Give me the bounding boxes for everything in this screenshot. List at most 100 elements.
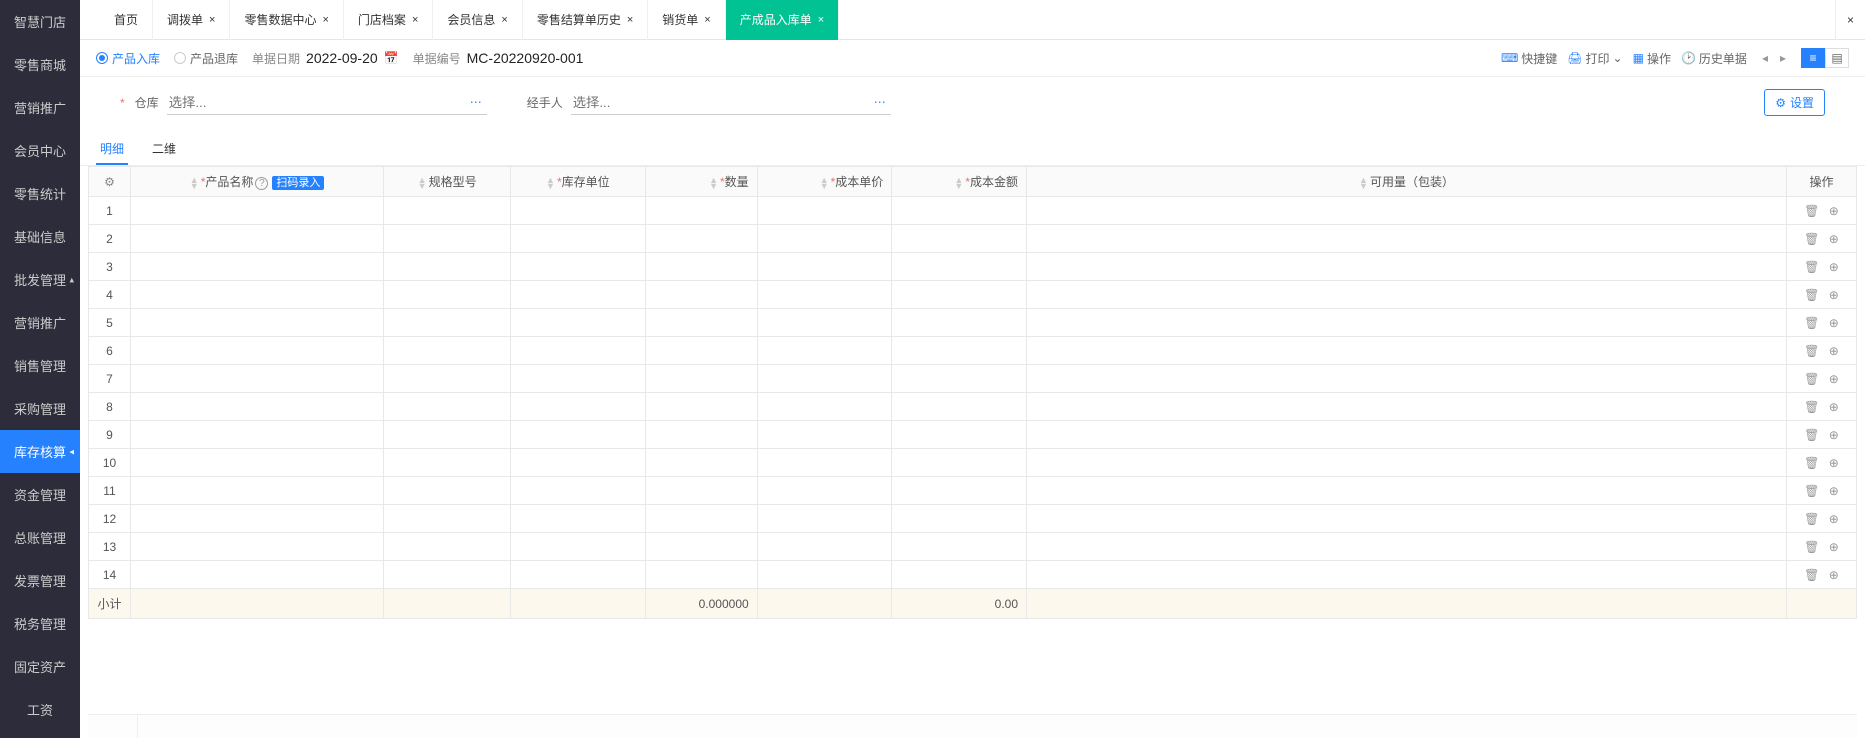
cell-qty[interactable] bbox=[645, 449, 757, 477]
lookup-icon[interactable]: ⋯ bbox=[874, 95, 887, 109]
cell-cost-amount[interactable] bbox=[892, 253, 1027, 281]
cell-product[interactable] bbox=[131, 393, 384, 421]
cell-product[interactable] bbox=[131, 281, 384, 309]
table-row[interactable]: 5 🗑 ⊕ bbox=[89, 309, 1857, 337]
cell-available[interactable] bbox=[1027, 421, 1787, 449]
cell-product[interactable] bbox=[131, 505, 384, 533]
table-row[interactable]: 4 🗑 ⊕ bbox=[89, 281, 1857, 309]
cell-qty[interactable] bbox=[645, 533, 757, 561]
cell-cost-amount[interactable] bbox=[892, 337, 1027, 365]
add-row-icon[interactable]: ⊕ bbox=[1829, 316, 1839, 330]
cell-product[interactable] bbox=[131, 365, 384, 393]
subtab-2d[interactable]: 二维 bbox=[148, 134, 180, 165]
cell-spec[interactable] bbox=[384, 421, 511, 449]
cell-unit[interactable] bbox=[511, 225, 646, 253]
sidebar-item[interactable]: 会员中心 bbox=[0, 129, 80, 172]
operate-button[interactable]: ▦操作 bbox=[1633, 50, 1671, 67]
sidebar-item[interactable]: 固定资产 bbox=[0, 645, 80, 688]
cell-spec[interactable] bbox=[384, 477, 511, 505]
cell-cost-amount[interactable] bbox=[892, 309, 1027, 337]
cell-cost-amount[interactable] bbox=[892, 197, 1027, 225]
cell-unit[interactable] bbox=[511, 197, 646, 225]
cell-available[interactable] bbox=[1027, 225, 1787, 253]
cell-unit[interactable] bbox=[511, 421, 646, 449]
col-cost-price[interactable]: ▲▼*成本单价 bbox=[757, 167, 892, 197]
close-icon[interactable]: × bbox=[818, 14, 824, 26]
table-row[interactable]: 9 🗑 ⊕ bbox=[89, 421, 1857, 449]
cell-qty[interactable] bbox=[645, 309, 757, 337]
tab[interactable]: 零售结算单历史× bbox=[523, 0, 648, 40]
close-icon[interactable]: × bbox=[209, 14, 215, 26]
cell-qty[interactable] bbox=[645, 393, 757, 421]
table-row[interactable]: 8 🗑 ⊕ bbox=[89, 393, 1857, 421]
table-row[interactable]: 1 🗑 ⊕ bbox=[89, 197, 1857, 225]
table-row[interactable]: 10 🗑 ⊕ bbox=[89, 449, 1857, 477]
sidebar-item[interactable]: 总账管理 bbox=[0, 516, 80, 559]
cell-cost-price[interactable] bbox=[757, 533, 892, 561]
cell-cost-amount[interactable] bbox=[892, 533, 1027, 561]
sidebar-item[interactable]: 智慧门店 bbox=[0, 0, 80, 43]
cell-qty[interactable] bbox=[645, 337, 757, 365]
cell-cost-price[interactable] bbox=[757, 505, 892, 533]
cell-cost-amount[interactable] bbox=[892, 393, 1027, 421]
sidebar-item[interactable]: 基础信息 bbox=[0, 215, 80, 258]
cell-product[interactable] bbox=[131, 449, 384, 477]
close-icon[interactable]: × bbox=[704, 14, 710, 26]
cell-cost-amount[interactable] bbox=[892, 225, 1027, 253]
cell-spec[interactable] bbox=[384, 533, 511, 561]
sidebar-item[interactable]: 销售管理 bbox=[0, 344, 80, 387]
cell-cost-price[interactable] bbox=[757, 393, 892, 421]
delete-row-icon[interactable]: 🗑 bbox=[1804, 540, 1819, 554]
delete-row-icon[interactable]: 🗑 bbox=[1804, 372, 1819, 386]
cell-spec[interactable] bbox=[384, 225, 511, 253]
delete-row-icon[interactable]: 🗑 bbox=[1804, 260, 1819, 274]
tab[interactable]: 销货单× bbox=[648, 0, 725, 40]
cell-product[interactable] bbox=[131, 337, 384, 365]
cell-product[interactable] bbox=[131, 421, 384, 449]
cell-qty[interactable] bbox=[645, 365, 757, 393]
view-list-toggle[interactable]: ≡ bbox=[1801, 48, 1825, 68]
add-row-icon[interactable]: ⊕ bbox=[1829, 288, 1839, 302]
cell-cost-amount[interactable] bbox=[892, 477, 1027, 505]
subtab-detail[interactable]: 明细 bbox=[96, 134, 128, 165]
cell-product[interactable] bbox=[131, 477, 384, 505]
cell-unit[interactable] bbox=[511, 281, 646, 309]
cell-qty[interactable] bbox=[645, 477, 757, 505]
cell-unit[interactable] bbox=[511, 449, 646, 477]
close-all-tabs[interactable]: × bbox=[1835, 0, 1865, 40]
cell-unit[interactable] bbox=[511, 505, 646, 533]
cell-spec[interactable] bbox=[384, 281, 511, 309]
cell-available[interactable] bbox=[1027, 449, 1787, 477]
history-button[interactable]: 🕑历史单据 bbox=[1681, 50, 1747, 67]
col-gear[interactable]: ⚙ bbox=[89, 167, 131, 197]
cell-cost-price[interactable] bbox=[757, 225, 892, 253]
cell-unit[interactable] bbox=[511, 477, 646, 505]
cell-available[interactable] bbox=[1027, 309, 1787, 337]
cell-qty[interactable] bbox=[645, 225, 757, 253]
sidebar-item[interactable]: 批发管理 bbox=[0, 258, 80, 301]
cell-cost-amount[interactable] bbox=[892, 365, 1027, 393]
cell-product[interactable] bbox=[131, 561, 384, 589]
cell-available[interactable] bbox=[1027, 253, 1787, 281]
cell-cost-price[interactable] bbox=[757, 477, 892, 505]
cell-available[interactable] bbox=[1027, 281, 1787, 309]
tab[interactable]: 零售数据中心× bbox=[230, 0, 343, 40]
cell-unit[interactable] bbox=[511, 309, 646, 337]
cell-spec[interactable] bbox=[384, 561, 511, 589]
cell-unit[interactable] bbox=[511, 337, 646, 365]
print-button[interactable]: 🖨打印 ⌄ bbox=[1567, 50, 1622, 67]
cell-unit[interactable] bbox=[511, 365, 646, 393]
radio-product-out[interactable]: 产品退库 bbox=[174, 50, 238, 67]
cell-spec[interactable] bbox=[384, 309, 511, 337]
delete-row-icon[interactable]: 🗑 bbox=[1804, 288, 1819, 302]
table-row[interactable]: 12 🗑 ⊕ bbox=[89, 505, 1857, 533]
col-spec[interactable]: ▲▼规格型号 bbox=[384, 167, 511, 197]
cell-cost-price[interactable] bbox=[757, 449, 892, 477]
table-row[interactable]: 13 🗑 ⊕ bbox=[89, 533, 1857, 561]
cell-cost-amount[interactable] bbox=[892, 449, 1027, 477]
cell-unit[interactable] bbox=[511, 393, 646, 421]
delete-row-icon[interactable]: 🗑 bbox=[1804, 512, 1819, 526]
cell-cost-price[interactable] bbox=[757, 561, 892, 589]
table-row[interactable]: 11 🗑 ⊕ bbox=[89, 477, 1857, 505]
cell-qty[interactable] bbox=[645, 561, 757, 589]
